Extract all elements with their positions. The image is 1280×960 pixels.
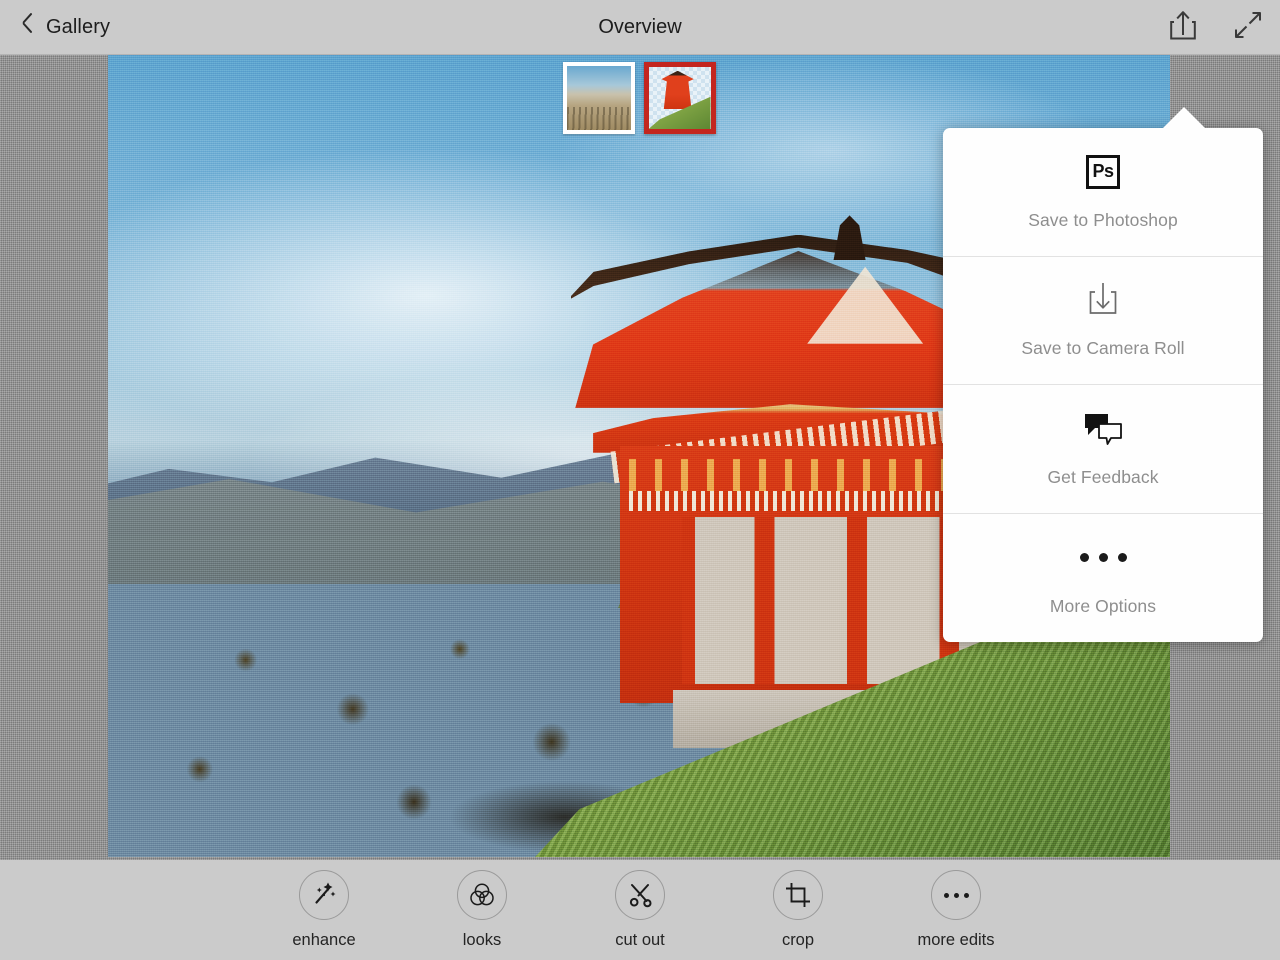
- tool-label: enhance: [292, 931, 356, 949]
- photoshop-icon-label: Ps: [1086, 154, 1120, 189]
- tool-looks[interactable]: looks: [434, 870, 530, 950]
- top-navigation-bar: Gallery Overview: [0, 0, 1280, 55]
- ellipsis-dots: [943, 892, 969, 898]
- tool-more-edits[interactable]: more edits: [908, 870, 1004, 950]
- tool-crop[interactable]: crop: [750, 870, 846, 950]
- expand-icon[interactable]: [1234, 11, 1262, 44]
- menu-item-label: More Options: [1049, 595, 1157, 616]
- menu-item-more-options[interactable]: More Options: [943, 514, 1263, 643]
- tool-enhance[interactable]: enhance: [276, 870, 372, 950]
- landscape-thumbnail[interactable]: [562, 62, 635, 134]
- tool-label: looks: [462, 931, 502, 949]
- menu-item-label: Get Feedback: [1047, 466, 1159, 487]
- tool-label: cut out: [615, 931, 665, 949]
- tool-label: crop: [781, 931, 815, 949]
- menu-item-save-to-camera-roll[interactable]: Save to Camera Roll: [943, 257, 1263, 385]
- menu-item-get-feedback[interactable]: Get Feedback: [943, 385, 1263, 514]
- share-popover-menu: Ps Save to Photoshop Save to Camera Roll: [943, 128, 1263, 642]
- page-title: Overview: [598, 16, 682, 38]
- download-tray-icon: [1084, 281, 1122, 319]
- top-bar-actions: [1168, 0, 1262, 55]
- editor-canvas-stage: Ps Save to Photoshop Save to Camera Roll: [0, 55, 1280, 860]
- overlapping-circles-icon: [457, 870, 507, 920]
- back-to-gallery-button[interactable]: Gallery: [22, 16, 110, 39]
- menu-item-label: Save to Photoshop: [1028, 209, 1178, 230]
- share-icon[interactable]: [1168, 9, 1198, 46]
- menu-item-save-to-photoshop[interactable]: Ps Save to Photoshop: [943, 128, 1263, 257]
- ellipsis-icon: [1079, 539, 1127, 577]
- menu-item-label: Save to Camera Roll: [1021, 338, 1185, 359]
- popover-pointer-arrow: [1162, 107, 1206, 129]
- back-button-label: Gallery: [46, 15, 111, 38]
- magic-wand-icon: [299, 870, 349, 920]
- thumbnail-temple-shape: [661, 70, 694, 110]
- app-root: Gallery Overview Ps Save to Photoshop Sa…: [0, 0, 1280, 960]
- bottom-tool-bar: enhance looks cut out crop more edits: [0, 860, 1280, 960]
- temple-cutout-thumbnail-image: [648, 67, 711, 129]
- ellipsis-icon: [931, 870, 981, 920]
- temple-finial: [833, 215, 866, 261]
- scissors-icon: [615, 870, 665, 920]
- tool-cut-out[interactable]: cut out: [592, 870, 688, 950]
- layer-thumbnail-strip: [108, 62, 1170, 134]
- ellipsis-dots: [1079, 553, 1127, 563]
- tool-label: more edits: [917, 931, 995, 949]
- comment-bubbles-icon: [1082, 410, 1124, 448]
- photoshop-icon: Ps: [1086, 153, 1120, 191]
- chevron-left-icon: [22, 16, 35, 38]
- crop-icon: [773, 870, 823, 920]
- temple-cutout-thumbnail[interactable]: [643, 62, 716, 134]
- landscape-thumbnail-image: [566, 66, 631, 130]
